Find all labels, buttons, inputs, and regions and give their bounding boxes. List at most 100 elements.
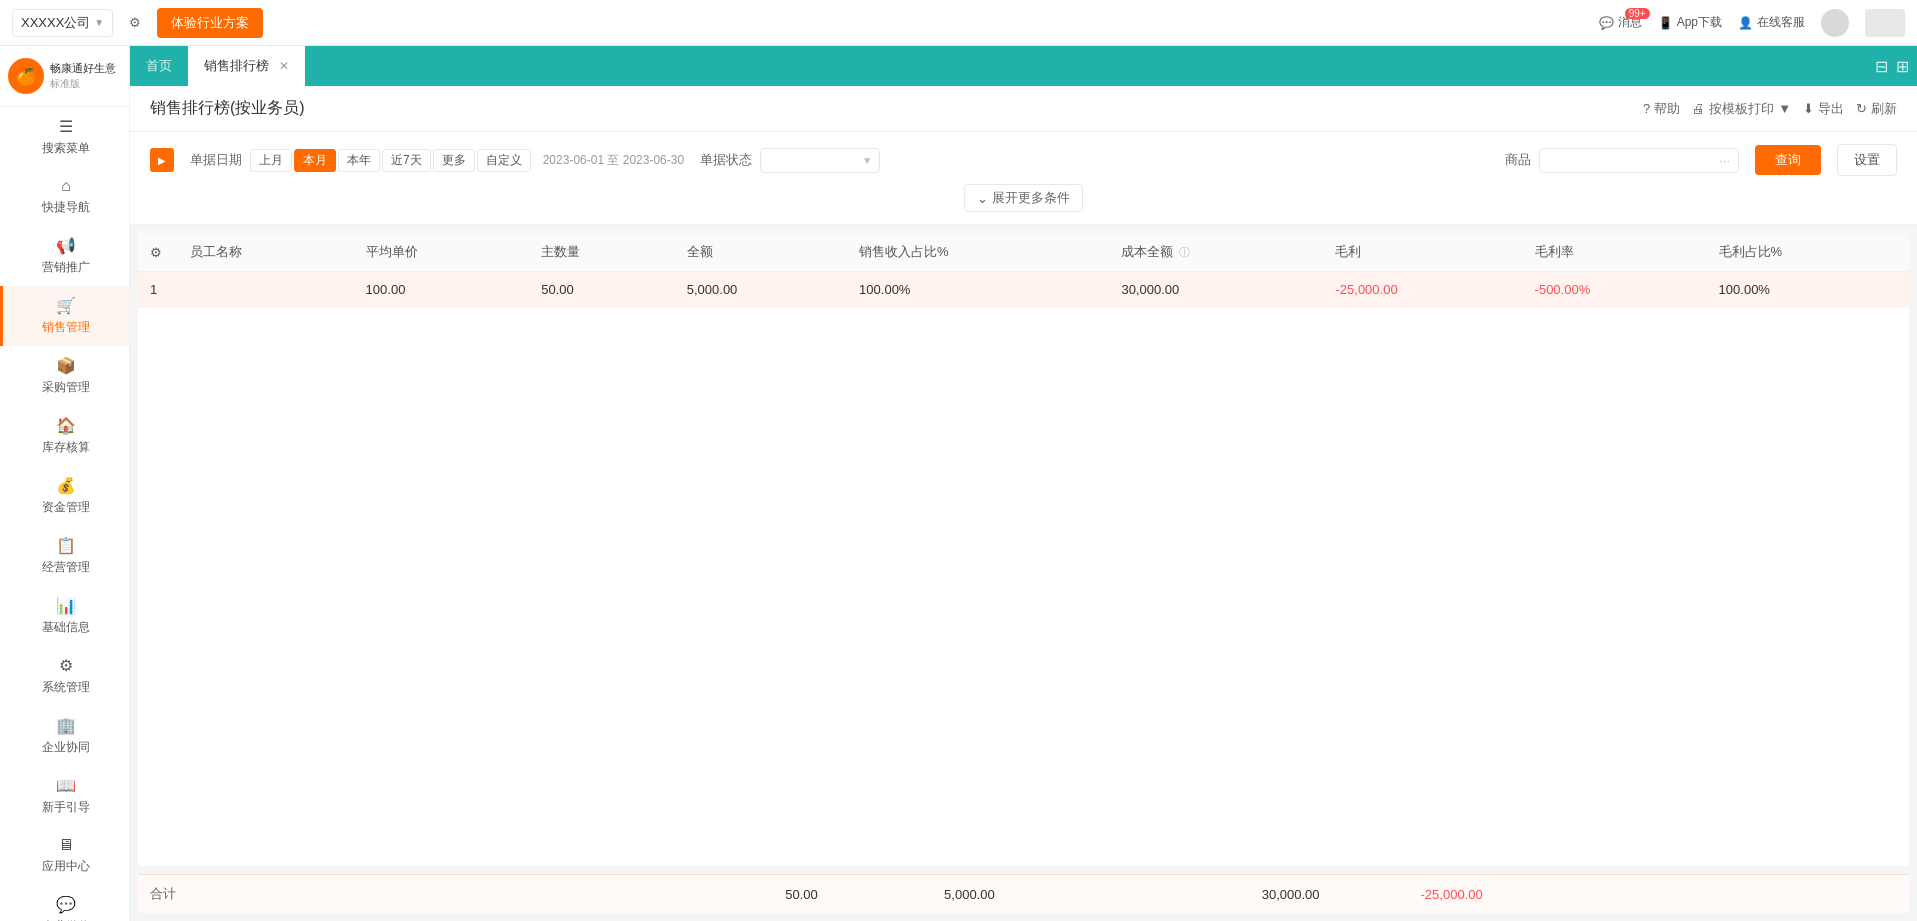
- tab-fullscreen-icon[interactable]: ⊞: [1896, 57, 1909, 76]
- date-btn-last-month[interactable]: 上月: [250, 149, 292, 172]
- wechat-icon: 💬: [56, 895, 76, 914]
- status-select[interactable]: [760, 148, 880, 173]
- online-service-label: 在线客服: [1757, 14, 1805, 31]
- setting-button[interactable]: 设置: [1837, 144, 1897, 176]
- settings-icon[interactable]: ⚙: [121, 9, 149, 37]
- avatar[interactable]: [1821, 9, 1849, 37]
- status-select-wrapper: ▼: [760, 148, 880, 173]
- tab-minimize-icon[interactable]: ⊟: [1875, 57, 1888, 76]
- sidebar-item-inventory[interactable]: 🏠 库存核算: [0, 406, 129, 466]
- sidebar-item-quick-nav[interactable]: ⌂ 快捷导航: [0, 167, 129, 226]
- sidebar-item-purchase[interactable]: 📦 采购管理: [0, 346, 129, 406]
- table-footer: 合计 50.00 5,000.00 30,000.00 -25,000.00: [138, 874, 1909, 913]
- sidebar-label-finance: 资金管理: [42, 499, 90, 516]
- column-settings-icon[interactable]: ⚙: [150, 245, 162, 260]
- sidebar-label-nav: 快捷导航: [42, 199, 90, 216]
- date-filter-label: 单据日期: [190, 151, 242, 169]
- basic-icon: 📊: [56, 596, 76, 615]
- table-wrapper: ⚙ 员工名称 平均单价 主数量: [138, 233, 1909, 866]
- refresh-icon: ↻: [1856, 101, 1867, 116]
- footer-label: 合计: [150, 885, 468, 903]
- download-icon: 📱: [1658, 16, 1673, 30]
- sidebar-item-search-order[interactable]: ☰ 搜索菜单: [0, 107, 129, 167]
- online-service-btn[interactable]: 👤 在线客服: [1738, 14, 1805, 31]
- sidebar-item-system[interactable]: ⚙ 系统管理: [0, 646, 129, 706]
- date-btn-group: 上月 本月 本年 近7天 更多 自定义: [250, 149, 531, 172]
- date-range-display: 2023-06-01 至 2023-06-30: [543, 152, 684, 169]
- sidebar-item-app-center[interactable]: 🖥 应用中心: [0, 826, 129, 885]
- sidebar-item-wechat[interactable]: 💬 企业微信: [0, 885, 129, 921]
- date-btn-this-year[interactable]: 本年: [338, 149, 380, 172]
- help-btn[interactable]: ? 帮助: [1643, 100, 1680, 118]
- cell-cost: 30,000.00: [1109, 272, 1323, 308]
- help-label: 帮助: [1654, 100, 1680, 118]
- sidebar-item-operations[interactable]: 📋 经营管理: [0, 526, 129, 586]
- sidebar-item-enterprise[interactable]: 🏢 企业协同: [0, 706, 129, 766]
- app-download-label: App下载: [1677, 14, 1722, 31]
- status-filter-label: 单据状态: [700, 151, 752, 169]
- date-btn-7days[interactable]: 近7天: [382, 149, 431, 172]
- help-icon: ?: [1643, 101, 1650, 116]
- app-center-icon: 🖥: [58, 836, 74, 854]
- message-icon: 💬: [1599, 16, 1614, 30]
- th-qty: 主数量: [529, 233, 675, 272]
- sidebar-item-guide[interactable]: 📖 新手引导: [0, 766, 129, 826]
- sidebar-item-sales[interactable]: 🛒 销售管理: [0, 286, 129, 346]
- expand-more-btn[interactable]: ⌄ 展开更多条件: [964, 184, 1083, 212]
- company-selector[interactable]: XXXXX公司 ▼: [12, 9, 113, 37]
- print-label: 按模板打印: [1709, 100, 1774, 118]
- refresh-btn[interactable]: ↻ 刷新: [1856, 100, 1897, 118]
- sidebar-label-app-center: 应用中心: [42, 858, 90, 875]
- sidebar-item-basic[interactable]: 📊 基础信息: [0, 586, 129, 646]
- sidebar-label-operations: 经营管理: [42, 559, 90, 576]
- cost-info-icon[interactable]: ⓘ: [1179, 246, 1190, 258]
- cell-rank: 1: [138, 272, 178, 308]
- tab-actions: ⊟ ⊞: [1875, 57, 1917, 76]
- main-layout: 🍊 畅康通好生意 标准版 ☰ 搜索菜单 ⌂ 快捷导航 📢 营销推广 🛒 销售: [0, 46, 1917, 921]
- th-sales-pct: 销售收入占比%: [847, 233, 1109, 272]
- goods-more-icon: ···: [1719, 153, 1730, 168]
- home-icon: ⌂: [61, 177, 71, 195]
- query-button[interactable]: 查询: [1755, 145, 1821, 175]
- trial-button[interactable]: 体验行业方案: [157, 8, 263, 38]
- print-btn[interactable]: 🖨 按模板打印 ▼: [1692, 100, 1791, 118]
- cell-profit: -25,000.00: [1323, 272, 1522, 308]
- sidebar-item-finance[interactable]: 💰 资金管理: [0, 466, 129, 526]
- cell-profit-pct: 100.00%: [1707, 272, 1909, 308]
- message-btn[interactable]: 💬 消息 99+: [1599, 14, 1642, 31]
- goods-input-wrapper[interactable]: ···: [1539, 148, 1739, 173]
- date-btn-custom[interactable]: 自定义: [477, 149, 531, 172]
- date-btn-this-month[interactable]: 本月: [294, 149, 336, 172]
- sidebar-label-inventory: 库存核算: [42, 439, 90, 456]
- tab-home[interactable]: 首页: [130, 46, 188, 86]
- inventory-icon: 🏠: [56, 416, 76, 435]
- cell-amount: 5,000.00: [675, 272, 847, 308]
- app-download-btn[interactable]: 📱 App下载: [1658, 14, 1722, 31]
- tab-sales-rank[interactable]: 销售排行榜 ✕: [188, 46, 305, 86]
- th-name: 员工名称: [178, 233, 354, 272]
- goods-filter-label: 商品: [1505, 151, 1531, 169]
- page-header: 销售排行榜(按业务员) ? 帮助 🖨 按模板打印 ▼ ⬇: [130, 86, 1917, 132]
- export-btn[interactable]: ⬇ 导出: [1803, 100, 1844, 118]
- print-icon: 🖨: [1692, 101, 1705, 116]
- date-btn-more[interactable]: 更多: [433, 149, 475, 172]
- sidebar-label-search: 搜索菜单: [42, 140, 90, 157]
- tab-close-icon[interactable]: ✕: [279, 59, 289, 73]
- enterprise-icon: 🏢: [56, 716, 76, 735]
- expand-label: 展开更多条件: [992, 189, 1070, 207]
- page-header-actions: ? 帮助 🖨 按模板打印 ▼ ⬇ 导出 ↻: [1643, 100, 1897, 118]
- sidebar-item-marketing[interactable]: 📢 营销推广: [0, 226, 129, 286]
- logo-sub: 标准版: [50, 77, 116, 91]
- data-table: ⚙ 员工名称 平均单价 主数量: [138, 233, 1909, 308]
- cell-profit-rate: -500.00%: [1523, 272, 1707, 308]
- message-badge: 99+: [1625, 8, 1650, 19]
- filter-date-item: 单据日期 上月 本月 本年 近7天 更多 自定义 2023-06-01 至 20…: [190, 149, 684, 172]
- th-cost: 成本全额 ⓘ: [1109, 233, 1323, 272]
- sidebar-label-sales: 销售管理: [42, 319, 90, 336]
- expand-down-icon: ⌄: [977, 191, 988, 206]
- filter-toggle-btn[interactable]: ▶: [150, 148, 174, 172]
- footer-total-label: 合计: [150, 886, 176, 901]
- footer-profit: -25,000.00: [1421, 887, 1580, 902]
- top-bar-right: 💬 消息 99+ 📱 App下载 👤 在线客服: [1599, 9, 1905, 37]
- cell-sales-pct: 100.00%: [847, 272, 1109, 308]
